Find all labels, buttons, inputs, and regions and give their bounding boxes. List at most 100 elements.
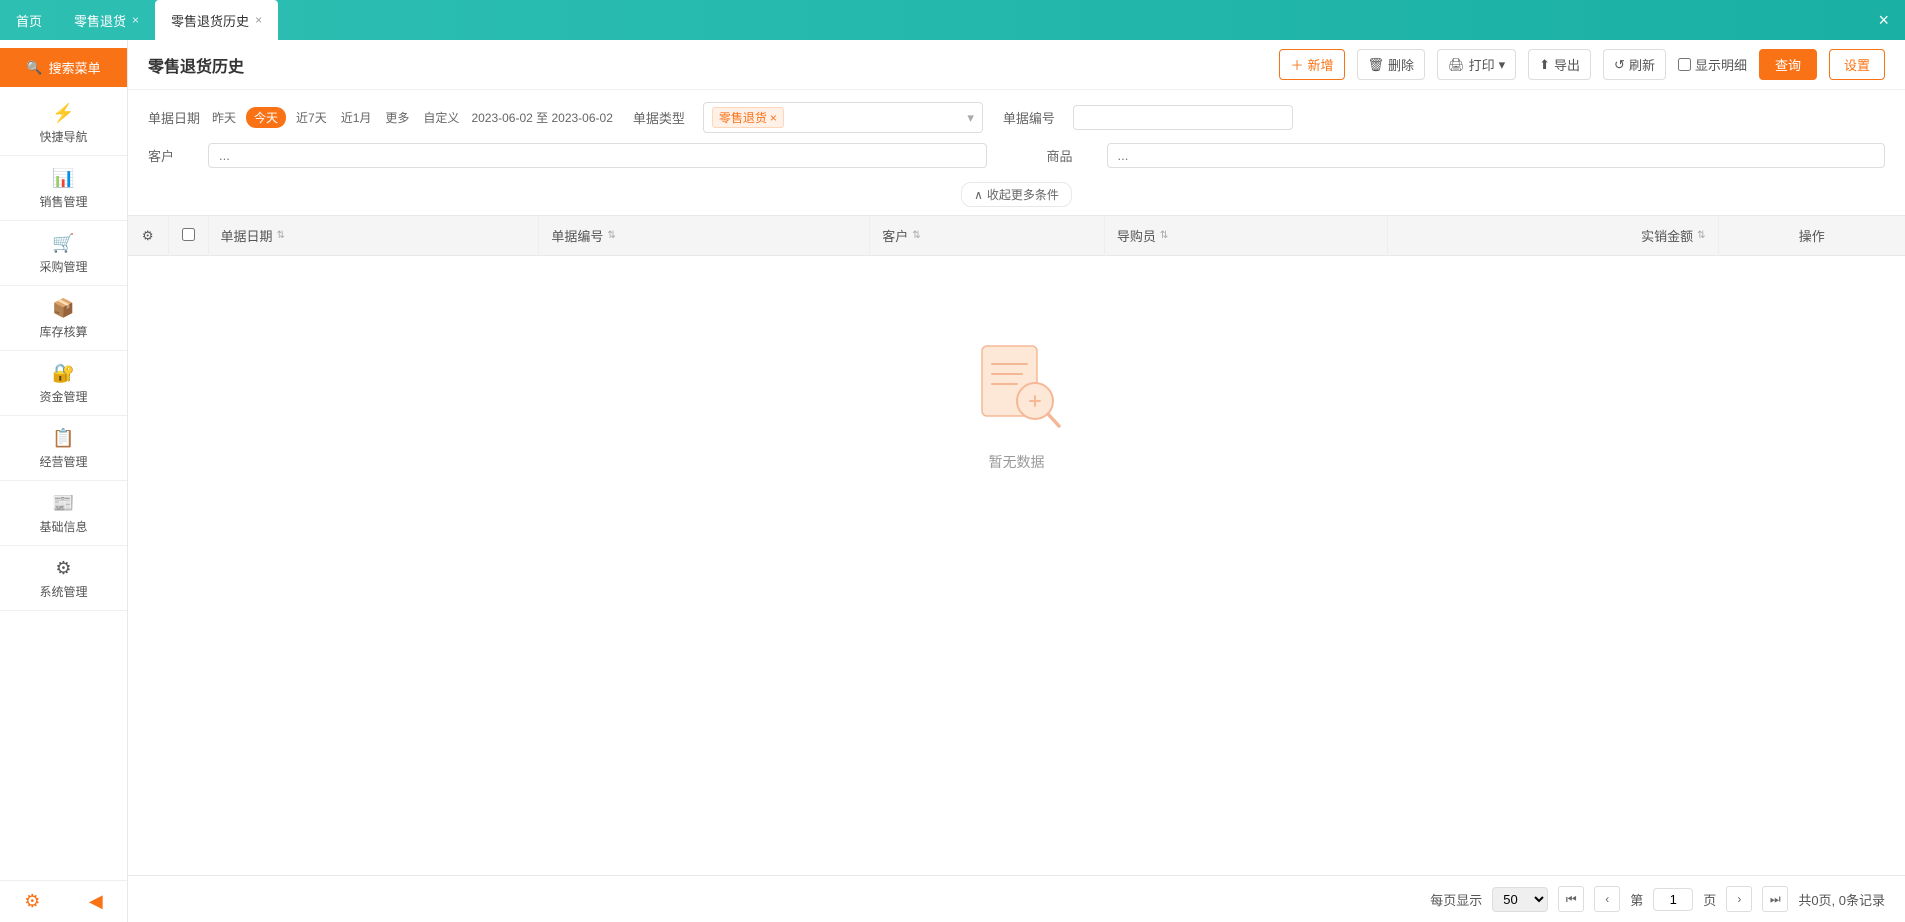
- operations-icon: 📋: [52, 428, 74, 449]
- th-customer[interactable]: 客户 ⇅: [870, 216, 1105, 256]
- refresh-button-label: 刷新: [1629, 55, 1655, 74]
- main-content: 零售退货历史 ＋ 新增 🗑 删除 🖨 打印 ▾ ⬆ 导出: [128, 40, 1905, 922]
- basic-info-icon: 📰: [52, 493, 74, 514]
- sidebar-item-purchase[interactable]: 🛒 采购管理: [0, 221, 127, 286]
- export-button[interactable]: ⬆ 导出: [1528, 49, 1591, 80]
- page-size-label: 每页显示: [1430, 890, 1482, 909]
- collapse-button[interactable]: ∧ 收起更多条件: [961, 182, 1072, 207]
- sidebar-bottom: ⚙ ◀: [0, 880, 127, 922]
- goods-input[interactable]: [1107, 143, 1886, 168]
- page-label: 第: [1630, 890, 1643, 909]
- tab-retail-return-label: 零售退货: [74, 11, 126, 30]
- collapse-sidebar-icon[interactable]: ◀: [89, 891, 103, 912]
- sidebar-item-finance[interactable]: 🔐 资金管理: [0, 351, 127, 416]
- sort-docno-icon: ⇅: [607, 230, 615, 241]
- date-btn-7days[interactable]: 近7天: [292, 107, 331, 128]
- export-button-label: 导出: [1554, 55, 1580, 74]
- sidebar-item-quick-nav[interactable]: ⚡ 快捷导航: [0, 91, 127, 156]
- empty-state-row: 暂无数据: [128, 256, 1905, 553]
- refresh-icon: ↺: [1614, 57, 1625, 73]
- page-prev-button[interactable]: ‹: [1594, 886, 1620, 912]
- page-last-button[interactable]: ⏭: [1762, 886, 1788, 912]
- th-guide[interactable]: 导购员 ⇅: [1104, 216, 1387, 256]
- delete-button[interactable]: 🗑 删除: [1357, 49, 1426, 80]
- tab-retail-return-close[interactable]: ×: [132, 13, 139, 27]
- finance-icon: 🔐: [52, 363, 74, 384]
- empty-icon: [967, 336, 1067, 436]
- query-button[interactable]: 查询: [1759, 49, 1817, 80]
- sales-icon: 📊: [52, 168, 74, 189]
- setting-button[interactable]: 设置: [1829, 49, 1885, 80]
- th-amount[interactable]: 实销金额 ⇅: [1387, 216, 1718, 256]
- settings-col-icon[interactable]: ⚙: [142, 228, 154, 243]
- show-detail-toggle[interactable]: 显示明细: [1678, 55, 1747, 74]
- filter-date-btns: 昨天 今天 近7天 近1月 更多 自定义: [208, 107, 463, 128]
- customer-input[interactable]: [208, 143, 987, 168]
- doc-number-label: 单据编号: [1003, 108, 1073, 127]
- print-button[interactable]: 🖨 打印 ▾: [1437, 49, 1516, 80]
- sort-amount-icon: ⇅: [1697, 230, 1705, 241]
- collapse-row: ∧ 收起更多条件: [148, 178, 1885, 215]
- date-label: 单据日期: [148, 108, 208, 127]
- new-button-label: 新增: [1308, 55, 1334, 74]
- system-icon: ⚙: [55, 558, 71, 579]
- date-btn-1month[interactable]: 近1月: [337, 107, 376, 128]
- page-size-select[interactable]: 10 20 50 100: [1492, 887, 1548, 912]
- page-first-button[interactable]: ⏮: [1558, 886, 1584, 912]
- th-date[interactable]: 单据日期 ⇅: [208, 216, 539, 256]
- tab-retail-return-history-label: 零售退货历史: [171, 11, 249, 30]
- type-tag: 零售退货 ×: [712, 107, 784, 128]
- top-tabs: 首页 零售退货 × 零售退货历史 ×: [0, 0, 1862, 40]
- filter-row-1: 单据日期 昨天 今天 近7天 近1月 更多 自定义 2023-06-02 至 2…: [148, 102, 1885, 133]
- select-all-checkbox[interactable]: [182, 228, 195, 241]
- sidebar-item-basic-info[interactable]: 📰 基础信息: [0, 481, 127, 546]
- tab-retail-return[interactable]: 零售退货 ×: [58, 0, 155, 40]
- quick-nav-icon: ⚡: [52, 103, 74, 124]
- date-btn-today[interactable]: 今天: [246, 107, 286, 128]
- sidebar-search[interactable]: 🔍 搜索菜单: [0, 48, 127, 87]
- sidebar: 🔍 搜索菜单 ⚡ 快捷导航 📊 销售管理 🛒 采购管理 📦 库存核算 🔐 资金管…: [0, 40, 128, 922]
- filter-row-2: 客户 商品: [148, 143, 1885, 168]
- tab-home-label: 首页: [16, 11, 42, 30]
- pagination-bar: 每页显示 10 20 50 100 ⏮ ‹ 第 页 › ⏭ 共0页, 0条记录: [128, 875, 1905, 922]
- date-btn-custom[interactable]: 自定义: [419, 107, 463, 128]
- tab-retail-return-history[interactable]: 零售退货历史 ×: [155, 0, 278, 40]
- doc-number-input[interactable]: [1073, 105, 1293, 130]
- type-tag-remove[interactable]: ×: [770, 111, 777, 125]
- page-next-button[interactable]: ›: [1726, 886, 1752, 912]
- date-range-display: 2023-06-02 至 2023-06-02: [471, 109, 612, 126]
- refresh-button[interactable]: ↺ 刷新: [1603, 49, 1666, 80]
- toolbar: ＋ 新增 🗑 删除 🖨 打印 ▾ ⬆ 导出 ↺ 刷新: [1279, 49, 1885, 80]
- sidebar-item-system[interactable]: ⚙ 系统管理: [0, 546, 127, 611]
- show-detail-label: 显示明细: [1695, 55, 1747, 74]
- sidebar-item-operations[interactable]: 📋 经营管理: [0, 416, 127, 481]
- page-number-input[interactable]: [1653, 888, 1693, 911]
- goods-label: 商品: [1047, 146, 1107, 165]
- sidebar-item-sales[interactable]: 📊 销售管理: [0, 156, 127, 221]
- window-close-button[interactable]: ×: [1862, 10, 1905, 31]
- table-header-row: ⚙ 单据日期 ⇅ 单据编号: [128, 216, 1905, 256]
- type-select[interactable]: 零售退货 × ▾: [703, 102, 983, 133]
- sidebar-item-label: 库存核算: [39, 323, 87, 340]
- th-settings[interactable]: ⚙: [128, 216, 168, 256]
- th-checkbox[interactable]: [168, 216, 208, 256]
- table-area: ⚙ 单据日期 ⇅ 单据编号: [128, 216, 1905, 875]
- print-button-label: 打印: [1469, 55, 1495, 74]
- search-icon: 🔍: [26, 60, 42, 76]
- empty-state-cell: 暂无数据: [128, 256, 1905, 553]
- layout: 🔍 搜索菜单 ⚡ 快捷导航 📊 销售管理 🛒 采购管理 📦 库存核算 🔐 资金管…: [0, 40, 1905, 922]
- tab-retail-return-history-close[interactable]: ×: [255, 13, 262, 27]
- settings-gear-icon[interactable]: ⚙: [24, 891, 40, 912]
- page-title: 零售退货历史: [148, 53, 244, 77]
- th-actions: 操作: [1718, 216, 1905, 256]
- collapse-up-icon: ∧: [974, 188, 983, 202]
- date-btn-yesterday[interactable]: 昨天: [208, 107, 240, 128]
- sidebar-item-inventory[interactable]: 📦 库存核算: [0, 286, 127, 351]
- sidebar-item-label: 采购管理: [39, 258, 87, 275]
- tab-home[interactable]: 首页: [0, 0, 58, 40]
- show-detail-checkbox[interactable]: [1678, 58, 1691, 71]
- sidebar-search-label: 搜索菜单: [49, 58, 101, 77]
- th-doc-no[interactable]: 单据编号 ⇅: [539, 216, 870, 256]
- new-button[interactable]: ＋ 新增: [1279, 49, 1344, 80]
- date-btn-more[interactable]: 更多: [381, 107, 413, 128]
